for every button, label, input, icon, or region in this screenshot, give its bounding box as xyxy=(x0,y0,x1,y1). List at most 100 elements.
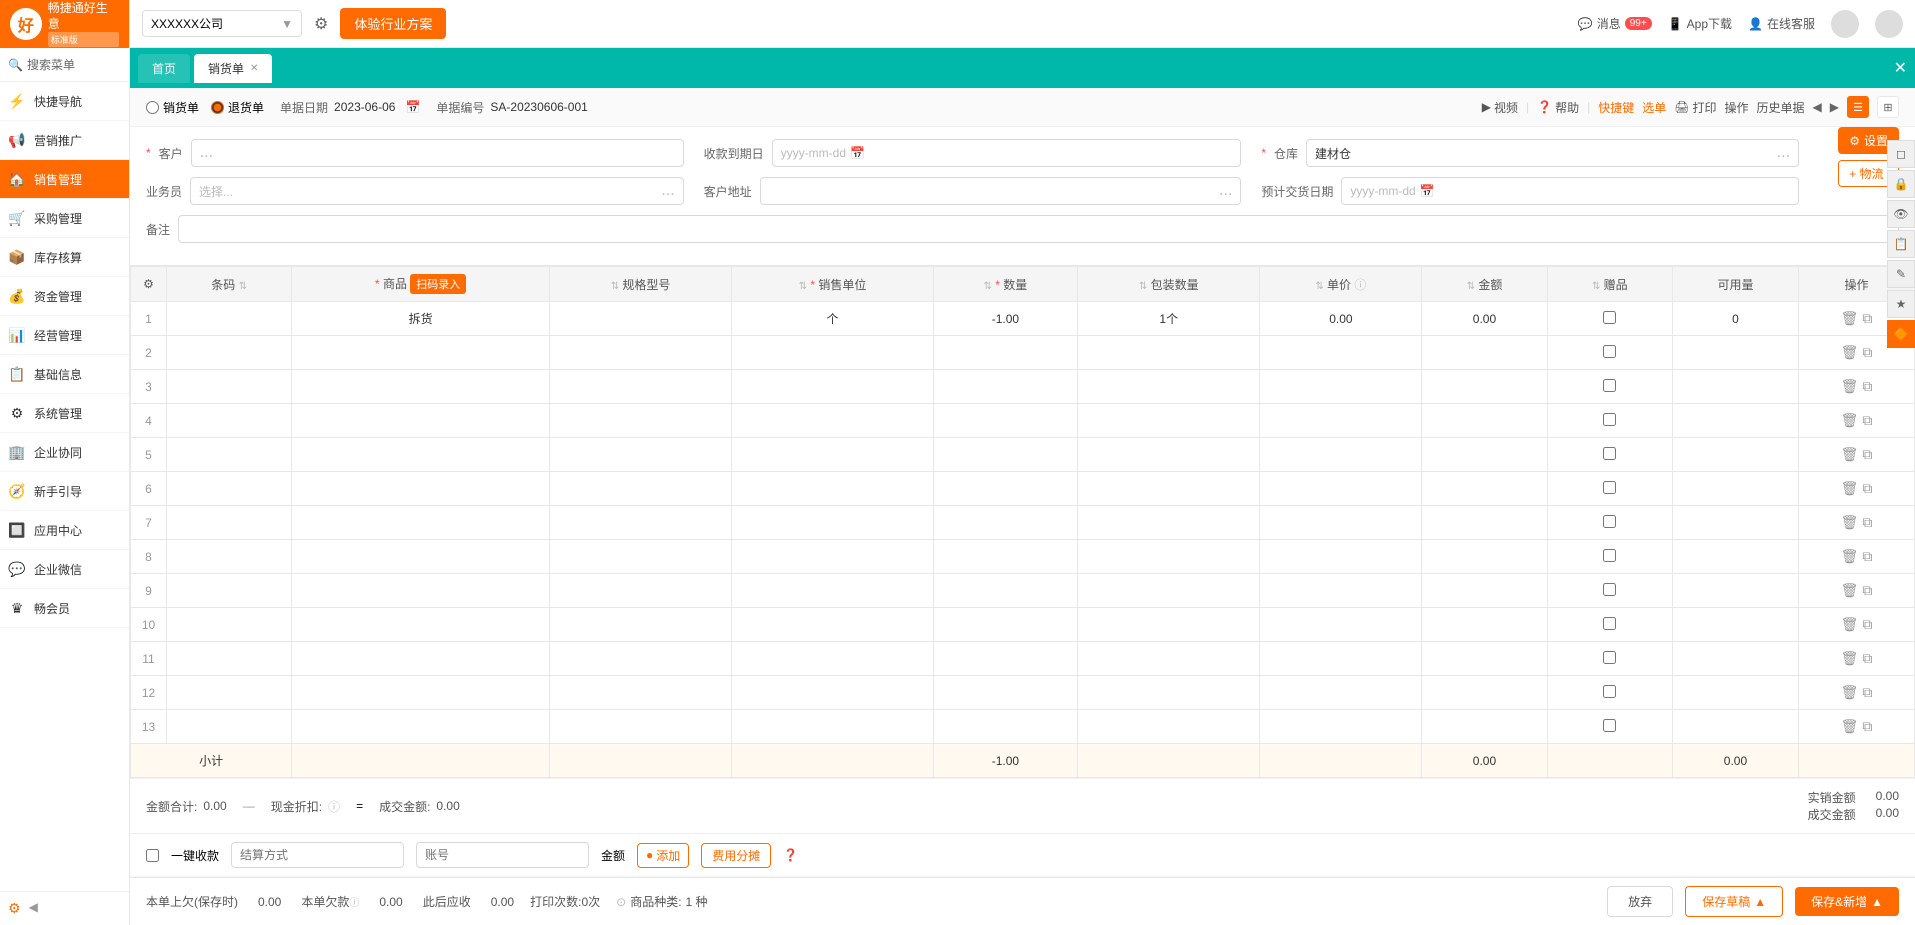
row-spec[interactable] xyxy=(549,302,731,336)
row-unit[interactable] xyxy=(732,370,933,404)
row-product[interactable] xyxy=(292,506,550,540)
sidebar-item-finance[interactable]: 💰 资金管理 xyxy=(0,277,129,316)
row-qty[interactable] xyxy=(933,608,1077,642)
row-pkgqty[interactable] xyxy=(1078,608,1260,642)
row-pkgqty[interactable] xyxy=(1078,574,1260,608)
row-spec[interactable] xyxy=(549,370,731,404)
row-price[interactable] xyxy=(1260,574,1422,608)
discount-info-icon[interactable]: ⓘ xyxy=(328,798,340,815)
row-price[interactable] xyxy=(1260,506,1422,540)
row-price[interactable] xyxy=(1260,336,1422,370)
row-barcode[interactable] xyxy=(167,336,292,370)
expense-btn[interactable]: 费用分摊 xyxy=(701,843,771,868)
row-amount[interactable] xyxy=(1422,438,1547,472)
expense-help-icon[interactable]: ❓ xyxy=(783,848,798,862)
row-qty[interactable] xyxy=(933,574,1077,608)
trial-button[interactable]: 体验行业方案 xyxy=(340,8,446,39)
row-pkgqty[interactable] xyxy=(1078,472,1260,506)
row-product[interactable] xyxy=(292,710,550,744)
delete-icon[interactable]: 🗑 xyxy=(1841,616,1859,633)
tab-close-icon[interactable]: ✕ xyxy=(250,63,258,74)
sidebar-item-marketing[interactable]: 📢 营销推广 xyxy=(0,121,129,160)
row-barcode[interactable] xyxy=(167,642,292,676)
row-price[interactable] xyxy=(1260,642,1422,676)
row-barcode[interactable] xyxy=(167,710,292,744)
delete-icon[interactable]: 🗑 xyxy=(1841,650,1859,667)
gift-checkbox[interactable] xyxy=(1603,447,1616,460)
delete-icon[interactable]: 🗑 xyxy=(1841,514,1859,531)
sidebar-item-wechat[interactable]: 💬 企业微信 xyxy=(0,550,129,589)
row-amount[interactable] xyxy=(1422,642,1547,676)
search-menu[interactable]: 🔍 搜索菜单 xyxy=(0,48,129,82)
row-price[interactable] xyxy=(1260,676,1422,710)
view-grid-btn[interactable]: ⊞ xyxy=(1877,96,1899,118)
side-btn-5[interactable]: ✎ xyxy=(1887,260,1915,288)
row-pkgqty[interactable] xyxy=(1078,540,1260,574)
row-amount[interactable] xyxy=(1422,506,1547,540)
copy-icon[interactable]: ⧉ xyxy=(1862,548,1872,565)
row-unit[interactable]: 个 xyxy=(732,302,933,336)
row-barcode[interactable] xyxy=(167,608,292,642)
nav-prev-icon[interactable]: ◀ xyxy=(1813,100,1822,114)
gift-checkbox[interactable] xyxy=(1603,583,1616,596)
row-unit[interactable] xyxy=(732,472,933,506)
delete-icon[interactable]: 🗑 xyxy=(1841,684,1859,701)
delivery-calendar[interactable]: 📅 xyxy=(1420,184,1435,198)
online-service-btn[interactable]: 👤 在线客服 xyxy=(1748,15,1815,32)
barcode-sort[interactable]: ⇅ xyxy=(239,281,247,292)
row-unit[interactable] xyxy=(732,676,933,710)
delete-icon[interactable]: 🗑 xyxy=(1841,344,1859,361)
row-unit[interactable] xyxy=(732,608,933,642)
gift-checkbox[interactable] xyxy=(1603,379,1616,392)
gift-checkbox[interactable] xyxy=(1603,549,1616,562)
gift-checkbox[interactable] xyxy=(1603,651,1616,664)
row-amount[interactable] xyxy=(1422,676,1547,710)
nav-next-icon[interactable]: ▶ xyxy=(1830,100,1839,114)
sidebar-collapse-btn[interactable]: ◀ xyxy=(29,900,38,917)
delete-icon[interactable]: 🗑 xyxy=(1841,480,1859,497)
sidebar-item-inventory[interactable]: 📦 库存核算 xyxy=(0,238,129,277)
row-pkgqty[interactable] xyxy=(1078,404,1260,438)
copy-icon[interactable]: ⧉ xyxy=(1862,446,1872,463)
row-price[interactable] xyxy=(1260,608,1422,642)
product-type-icon[interactable]: ⊙ xyxy=(616,895,626,909)
copy-icon[interactable]: ⧉ xyxy=(1862,378,1872,395)
copy-icon[interactable]: ⧉ xyxy=(1862,616,1872,633)
row-spec[interactable] xyxy=(549,574,731,608)
row-amount[interactable] xyxy=(1422,540,1547,574)
row-barcode[interactable] xyxy=(167,404,292,438)
row-barcode[interactable] xyxy=(167,574,292,608)
date-calendar-icon[interactable]: 📅 xyxy=(405,100,420,114)
salesperson-input[interactable]: 选择... ... xyxy=(190,177,684,205)
gift-checkbox[interactable] xyxy=(1603,515,1616,528)
row-qty[interactable] xyxy=(933,438,1077,472)
delete-icon[interactable]: 🗑 xyxy=(1841,582,1859,599)
row-product[interactable] xyxy=(292,676,550,710)
gift-checkbox[interactable] xyxy=(1603,685,1616,698)
row-spec[interactable] xyxy=(549,710,731,744)
method-input[interactable] xyxy=(231,842,404,868)
row-price[interactable] xyxy=(1260,370,1422,404)
row-product[interactable] xyxy=(292,404,550,438)
row-amount[interactable] xyxy=(1422,710,1547,744)
print-btn[interactable]: 🖨 打印 xyxy=(1674,99,1716,116)
row-price[interactable] xyxy=(1260,404,1422,438)
side-btn-2[interactable]: 🔒 xyxy=(1887,170,1915,198)
row-product[interactable] xyxy=(292,574,550,608)
price-info-icon[interactable]: ⓘ xyxy=(1354,278,1366,292)
row-unit[interactable] xyxy=(732,404,933,438)
sidebar-item-operation[interactable]: 📊 经营管理 xyxy=(0,316,129,355)
delete-icon[interactable]: 🗑 xyxy=(1841,548,1859,565)
row-pkgqty[interactable] xyxy=(1078,710,1260,744)
row-product[interactable] xyxy=(292,608,550,642)
row-qty[interactable] xyxy=(933,676,1077,710)
customer-addr-input[interactable]: ... xyxy=(760,177,1242,205)
copy-icon[interactable]: ⧉ xyxy=(1862,718,1872,735)
sidebar-item-apps[interactable]: 🔲 应用中心 xyxy=(0,511,129,550)
row-barcode[interactable] xyxy=(167,370,292,404)
radio-return[interactable]: 退货单 xyxy=(211,99,264,116)
row-unit[interactable] xyxy=(732,574,933,608)
row-qty[interactable] xyxy=(933,710,1077,744)
th-settings[interactable]: ⚙ xyxy=(131,267,167,302)
tab-home[interactable]: 首页 xyxy=(138,54,190,83)
